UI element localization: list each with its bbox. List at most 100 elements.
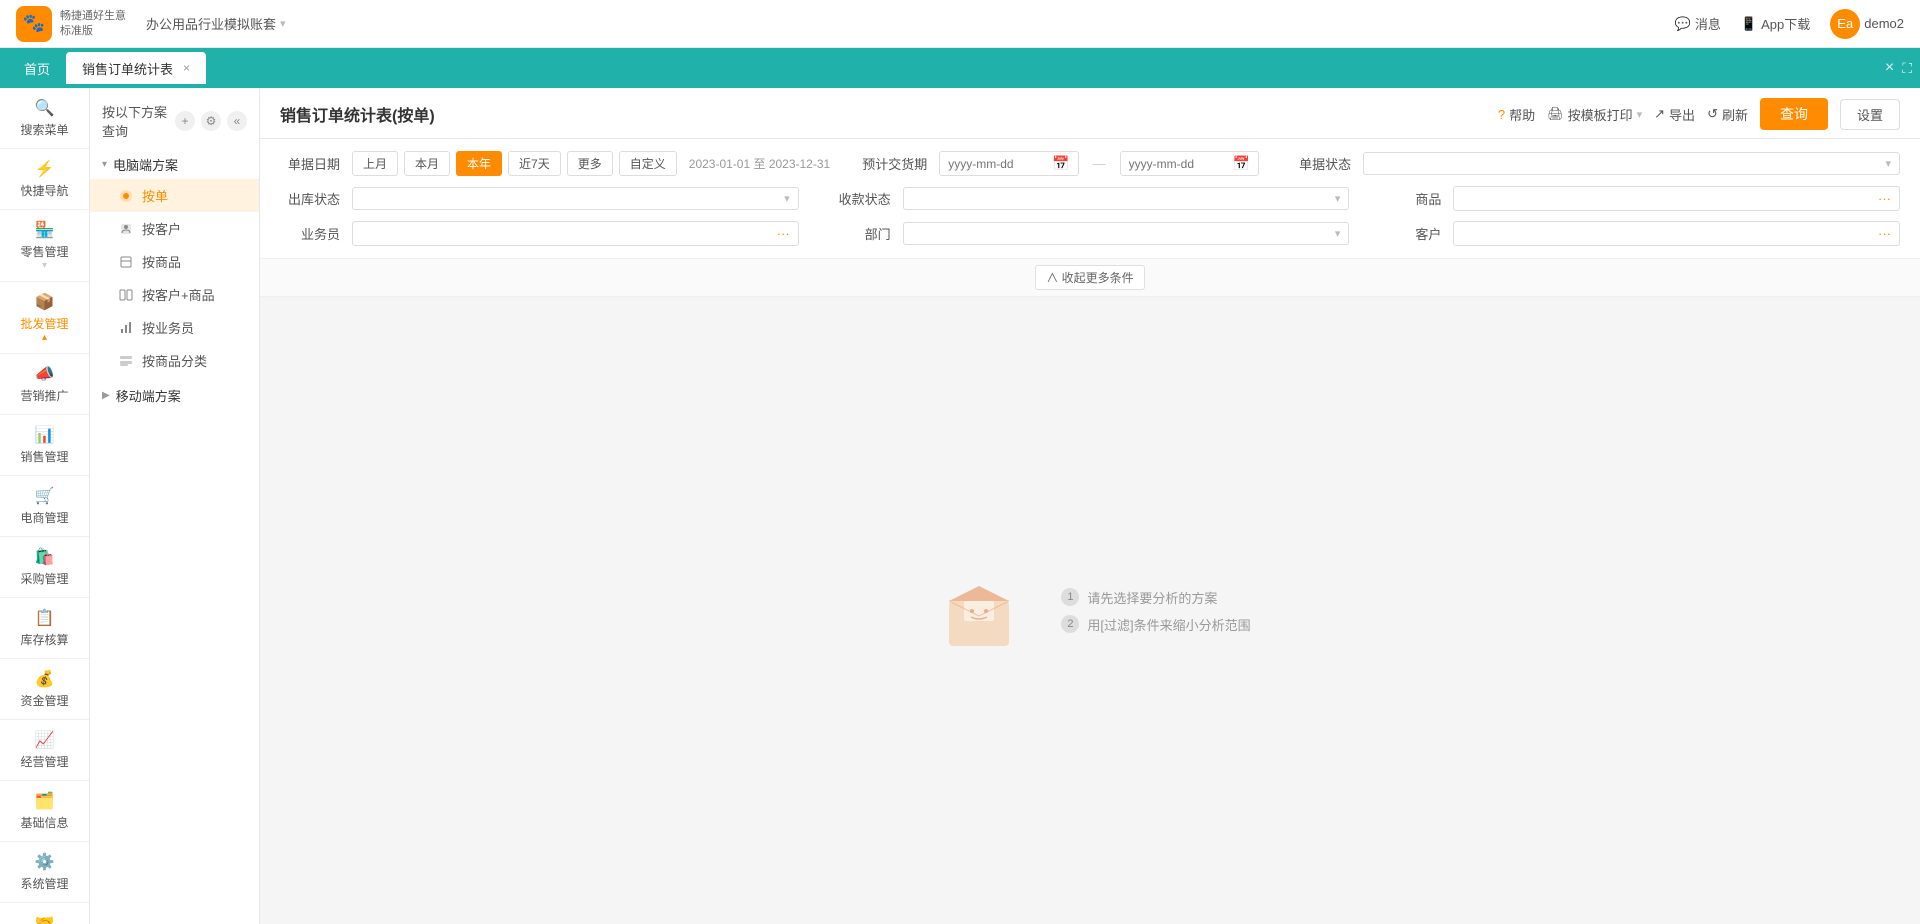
user-profile[interactable]: Ea demo2	[1830, 9, 1904, 39]
expected-date-end[interactable]: 📅	[1120, 151, 1259, 176]
top-bar-right: 💬 消息 📱 App下载 Ea demo2	[1675, 9, 1904, 39]
print-btn[interactable]: 🖨 按模板打印 ▾	[1547, 105, 1642, 124]
refresh-btn[interactable]: ↺ 刷新	[1707, 105, 1748, 124]
date-label: 单据日期	[280, 154, 340, 173]
sidebar-item-ecommerce[interactable]: 🛒 电商管理	[0, 476, 89, 537]
customer-select[interactable]: ···	[1453, 221, 1900, 246]
out-status-select[interactable]: ▾	[352, 187, 799, 210]
page-actions: ? 帮助 🖨 按模板打印 ▾ ↗ 导出 ↺ 刷新	[1498, 98, 1900, 130]
tab-bar-right: × ⛶	[1885, 59, 1912, 77]
scheme-item-按商品[interactable]: 按商品	[90, 245, 259, 278]
salesperson-select[interactable]: ···	[352, 221, 799, 246]
basic-icon: 🗂️	[35, 791, 55, 811]
scheme-item-icon-按单	[118, 188, 134, 204]
goods-label: 商品	[1381, 189, 1441, 208]
tab-home[interactable]: 首页	[8, 52, 66, 84]
salesperson-ellipsis[interactable]: ···	[777, 226, 790, 241]
export-btn[interactable]: ↗ 导出	[1654, 105, 1695, 124]
tab-sales-stats[interactable]: 销售订单统计表 ×	[66, 52, 206, 84]
maximize-icon[interactable]: ⛶	[1902, 60, 1912, 77]
wholesale-arrow: ▴	[42, 332, 47, 343]
sidebar-item-quick-nav[interactable]: ⚡ 快捷导航	[0, 149, 89, 210]
expected-date-end-input[interactable]	[1129, 157, 1229, 171]
scheme-item-按业务员[interactable]: 按业务员	[90, 311, 259, 344]
sidebar-item-operation[interactable]: 📈 经营管理	[0, 720, 89, 781]
page-title-row: 销售订单统计表(按单) ? 帮助 🖨 按模板打印 ▾ ↗ 导出	[280, 98, 1900, 138]
scheme-item-按单[interactable]: 按单	[90, 179, 259, 212]
btn-custom[interactable]: 自定义	[619, 151, 677, 176]
status-select[interactable]: ▾	[1363, 152, 1900, 175]
tab-bar: 首页 销售订单统计表 × × ⛶	[0, 48, 1920, 88]
empty-content: 1 请先选择要分析的方案 2 用[过滤]条件来缩小分析范围	[929, 561, 1250, 661]
btn-last-7[interactable]: 近7天	[508, 151, 561, 176]
marketing-icon: 📣	[35, 364, 55, 384]
scheme-item-按商品分类[interactable]: 按商品分类	[90, 344, 259, 377]
scheme-item-icon-按商品	[118, 254, 134, 270]
search-menu-icon: 🔍	[35, 98, 55, 118]
scheme-item-按客户[interactable]: 按客户	[90, 212, 259, 245]
print-icon: 🖨	[1547, 106, 1564, 122]
goods-select[interactable]: ···	[1453, 186, 1900, 211]
sidebar-item-marketing[interactable]: 📣 营销推广	[0, 354, 89, 415]
help-btn[interactable]: ? 帮助	[1498, 105, 1535, 124]
sidebar-item-search-menu[interactable]: 🔍 搜索菜单	[0, 88, 89, 149]
scheme-settings-btn[interactable]: ⚙	[201, 111, 221, 131]
scheme-item-按客户商品[interactable]: 按客户+商品	[90, 278, 259, 311]
goods-ellipsis[interactable]: ···	[1878, 191, 1891, 206]
btn-prev-month[interactable]: 上月	[352, 151, 398, 176]
expected-date-start-input[interactable]	[948, 157, 1048, 171]
sidebar-item-retail[interactable]: 🏪 零售管理 ▾	[0, 210, 89, 282]
top-bar: 🐾 畅捷通好生意 标准版 办公用品行业模拟账套 ▾ 💬 消息 📱 App下载 E…	[0, 0, 1920, 48]
message-btn[interactable]: 💬 消息	[1675, 14, 1721, 33]
sidebar-item-basic[interactable]: 🗂️ 基础信息	[0, 781, 89, 842]
dept-chevron: ▾	[1335, 227, 1341, 240]
query-button[interactable]: 查询	[1760, 98, 1828, 130]
sidebar-item-inventory[interactable]: 📋 库存核算	[0, 598, 89, 659]
sidebar-item-finance[interactable]: 💰 资金管理	[0, 659, 89, 720]
logo-text: 畅捷通好生意 标准版	[60, 9, 126, 38]
department-select[interactable]: ▾	[903, 222, 1350, 245]
scheme-section-pc-title[interactable]: ▾ 电脑端方案	[90, 150, 259, 179]
customer-label: 客户	[1381, 224, 1441, 243]
sidebar-item-sales[interactable]: 📊 销售管理	[0, 415, 89, 476]
date-range-text: 2023-01-01 至 2023-12-31	[689, 155, 830, 172]
salesperson-label: 业务员	[280, 224, 340, 243]
hint-num-1: 1	[1061, 588, 1079, 606]
collapse-btn[interactable]: ∧ 收起更多条件	[1035, 265, 1144, 290]
btn-this-month[interactable]: 本月	[404, 151, 450, 176]
status-chevron-icon: ▾	[1885, 157, 1891, 170]
scheme-item-icon-按商品分类	[118, 353, 134, 369]
out-status-chevron: ▾	[784, 192, 790, 205]
collection-status-select[interactable]: ▾	[903, 187, 1350, 210]
content-area: 销售订单统计表(按单) ? 帮助 🖨 按模板打印 ▾ ↗ 导出	[260, 88, 1920, 924]
window-title[interactable]: 办公用品行业模拟账套 ▾	[146, 14, 286, 33]
window-close-icon[interactable]: ×	[1885, 59, 1894, 77]
sidebar-item-wholesale[interactable]: 📦 批发管理 ▴	[0, 282, 89, 354]
sidebar-item-enterprise[interactable]: 🤝 企业协同	[0, 903, 89, 924]
btn-more[interactable]: 更多	[567, 151, 613, 176]
out-status-label: 出库状态	[280, 189, 340, 208]
page-header: 销售订单统计表(按单) ? 帮助 🖨 按模板打印 ▾ ↗ 导出	[260, 88, 1920, 139]
app-download-btn[interactable]: 📱 App下载	[1741, 14, 1810, 33]
status-label: 单据状态	[1291, 154, 1351, 173]
tab-close-icon[interactable]: ×	[183, 61, 190, 75]
btn-this-year[interactable]: 本年	[456, 151, 502, 176]
settings-button[interactable]: 设置	[1840, 99, 1900, 130]
sidebar-item-purchase[interactable]: 🛍️ 采购管理	[0, 537, 89, 598]
scheme-section-pc: ▾ 电脑端方案 按单 按客户 按商品	[90, 150, 259, 377]
expected-date-start[interactable]: 📅	[939, 151, 1078, 176]
filter-row-2: 出库状态 ▾ 收款状态 ▾ 商品 ···	[280, 186, 1900, 211]
empty-hint-2: 2 用[过滤]条件来缩小分析范围	[1061, 615, 1250, 634]
sidebar-item-system[interactable]: ⚙️ 系统管理	[0, 842, 89, 903]
scheme-add-btn[interactable]: +	[175, 111, 195, 131]
ecommerce-icon: 🛒	[35, 486, 55, 506]
scheme-collapse-btn[interactable]: «	[227, 111, 247, 131]
download-icon: 📱	[1741, 16, 1757, 32]
collection-status-label: 收款状态	[831, 189, 891, 208]
scheme-header: 按以下方案查询 + ⚙ «	[90, 96, 259, 146]
sidebar: 🔍 搜索菜单 ⚡ 快捷导航 🏪 零售管理 ▾ 📦 批发管理 ▴ 📣 营销推广 📊…	[0, 88, 90, 924]
main-layout: 🔍 搜索菜单 ⚡ 快捷导航 🏪 零售管理 ▾ 📦 批发管理 ▴ 📣 营销推广 📊…	[0, 88, 1920, 924]
scheme-section-mobile: ▶ 移动端方案	[90, 381, 259, 410]
scheme-section-mobile-title[interactable]: ▶ 移动端方案	[90, 381, 259, 410]
customer-ellipsis[interactable]: ···	[1878, 226, 1891, 241]
